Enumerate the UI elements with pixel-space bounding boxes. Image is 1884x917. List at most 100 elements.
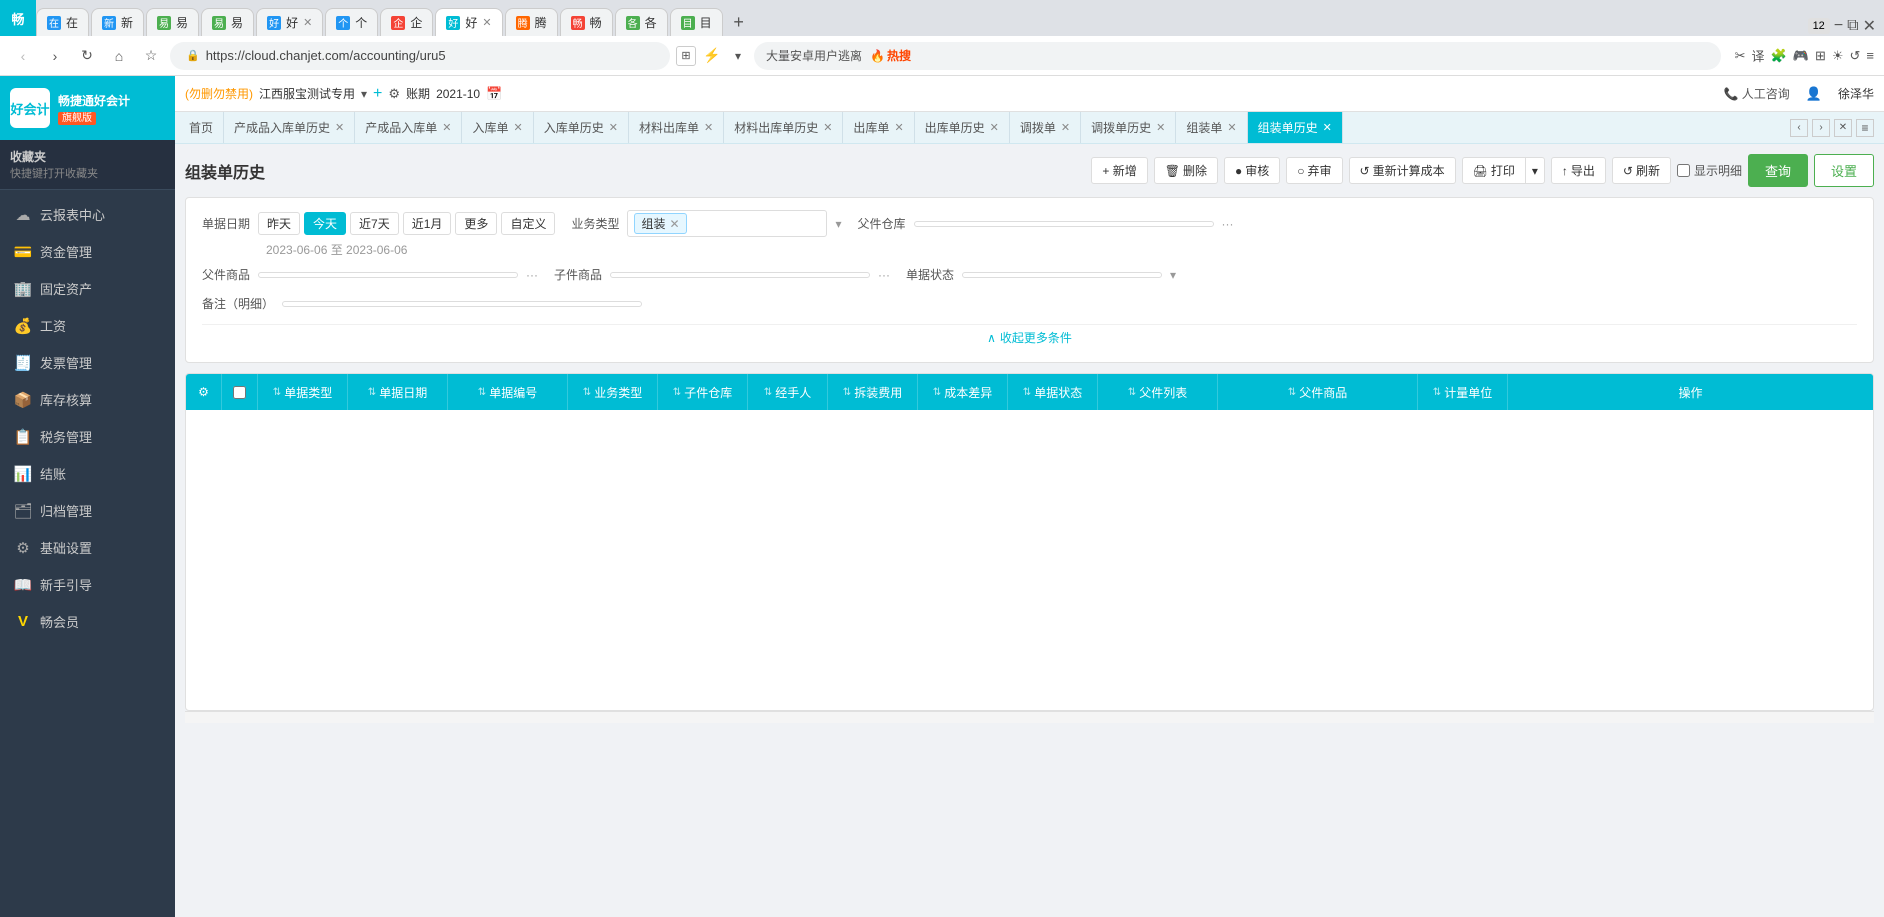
tab-menu[interactable]: ≡: [1856, 119, 1874, 137]
browser-tab-5[interactable]: 好 好 ✕: [256, 8, 323, 36]
tab-scroll-right[interactable]: ›: [1812, 119, 1830, 137]
page-tab-mat-out[interactable]: 材料出库单 ✕: [629, 112, 724, 144]
filter-doc-status-input[interactable]: [962, 272, 1162, 278]
page-tab-assemble[interactable]: 组装单 ✕: [1176, 112, 1247, 144]
page-tab-mat-out-close[interactable]: ✕: [704, 121, 713, 134]
refresh-button[interactable]: ↺ 刷新: [1612, 157, 1671, 184]
page-tab-mat-out-hist-close[interactable]: ✕: [823, 121, 832, 134]
page-tab-out-order[interactable]: 出库单 ✕: [843, 112, 914, 144]
th-doc-status[interactable]: ⇅ 单据状态: [1008, 374, 1098, 410]
tab-scroll-left[interactable]: ‹: [1790, 119, 1808, 137]
settings-gear-icon[interactable]: ⚙: [388, 86, 400, 102]
sidebar-item-guide[interactable]: 📖 新手引导: [0, 566, 175, 603]
parent-wh-more-icon[interactable]: ···: [1222, 217, 1234, 231]
back-button[interactable]: ‹: [10, 43, 36, 69]
search-button[interactable]: 查询: [1748, 154, 1808, 187]
address-input[interactable]: 🔒 https://cloud.chanjet.com/accounting/u…: [170, 42, 670, 70]
export-button[interactable]: ↑ 导出: [1551, 157, 1606, 184]
page-tab-adjust-hist[interactable]: 调拨单历史 ✕: [1081, 112, 1176, 144]
page-tab-out-hist[interactable]: 出库单历史 ✕: [915, 112, 1010, 144]
sidebar-item-tax[interactable]: 📋 税务管理: [0, 418, 175, 455]
print-dropdown-button[interactable]: ▾: [1525, 157, 1545, 184]
new-button[interactable]: + 新增: [1091, 157, 1147, 184]
sidebar-item-cloud[interactable]: ☁ 云报表中心: [0, 196, 175, 233]
scrollbar-area[interactable]: [185, 711, 1874, 723]
filter-collapse-button[interactable]: ∧ 收起更多条件: [202, 324, 1857, 350]
page-tab-prod-in-hist[interactable]: 产成品入库单历史 ✕: [224, 112, 355, 144]
review-button[interactable]: ● 审核: [1224, 157, 1280, 184]
th-cost-diff[interactable]: ⇅ 成本差异: [918, 374, 1008, 410]
new-tab-button[interactable]: +: [725, 8, 753, 36]
recalc-cost-button[interactable]: ↺ 重新计算成本: [1349, 157, 1456, 184]
page-tab-in-order[interactable]: 入库单 ✕: [462, 112, 533, 144]
page-tab-in-order-close[interactable]: ✕: [514, 121, 523, 134]
sidebar-item-account[interactable]: 📊 结账: [0, 455, 175, 492]
browser-tab-10[interactable]: 畅 畅: [560, 8, 613, 36]
add-company-button[interactable]: +: [373, 85, 382, 103]
sidebar-item-salary[interactable]: 💰 工资: [0, 307, 175, 344]
date-btn-custom[interactable]: 自定义: [501, 212, 555, 235]
th-parent-goods[interactable]: ⇅ 父件商品: [1218, 374, 1418, 410]
company-dropdown-icon[interactable]: ▾: [361, 87, 367, 101]
date-btn-7days[interactable]: 近7天: [350, 212, 399, 235]
menu-button[interactable]: ≡: [1866, 48, 1874, 63]
filter-child-goods-input[interactable]: [610, 272, 870, 278]
sun-button[interactable]: ☀: [1832, 48, 1844, 64]
print-button[interactable]: 🖨 打印: [1462, 157, 1526, 184]
maximize-button[interactable]: ⧉: [1847, 17, 1858, 35]
lightning-button[interactable]: ⚡: [702, 46, 722, 66]
tab-8-close[interactable]: ✕: [482, 16, 491, 29]
th-biz-type[interactable]: ⇅ 业务类型: [568, 374, 658, 410]
translate-button[interactable]: 译: [1752, 46, 1765, 65]
page-tab-assemble-close[interactable]: ✕: [1227, 121, 1236, 134]
home-button[interactable]: ⌂: [106, 43, 132, 69]
calendar-icon[interactable]: 📅: [486, 86, 502, 102]
date-btn-1month[interactable]: 近1月: [403, 212, 452, 235]
browser-tab-4[interactable]: 易 易: [201, 8, 254, 36]
abandon-button[interactable]: ○ 弃审: [1286, 157, 1342, 184]
page-tab-mat-out-hist[interactable]: 材料出库单历史 ✕: [724, 112, 843, 144]
delete-button[interactable]: 🗑 删除: [1154, 157, 1218, 184]
page-tab-out-order-close[interactable]: ✕: [894, 121, 903, 134]
browser-tab-12[interactable]: 目 目: [670, 8, 723, 36]
th-number[interactable]: ⇅ 单据编号: [448, 374, 568, 410]
tab-5-close[interactable]: ✕: [303, 16, 312, 29]
forward-button[interactable]: ›: [42, 43, 68, 69]
sidebar-company[interactable]: 收藏夹 快捷键打开收藏夹: [0, 140, 175, 190]
username[interactable]: 徐泽华: [1838, 85, 1874, 102]
sidebar-item-invoice[interactable]: 🧾 发票管理: [0, 344, 175, 381]
browser-tab-2[interactable]: 新 新: [91, 8, 144, 36]
doc-status-dropdown-icon[interactable]: ▾: [1170, 268, 1176, 282]
star-button[interactable]: ☆: [138, 43, 164, 69]
page-tab-prod-in-close[interactable]: ✕: [442, 121, 451, 134]
th-unit[interactable]: ⇅ 计量单位: [1418, 374, 1508, 410]
sidebar-item-capital[interactable]: 💳 资金管理: [0, 233, 175, 270]
th-disassemble-fee[interactable]: ⇅ 拆装费用: [828, 374, 918, 410]
browser-tab-7[interactable]: 企 企: [380, 8, 433, 36]
biz-type-dropdown-icon[interactable]: ▾: [835, 217, 841, 231]
browser-tab-6[interactable]: 个 个: [325, 8, 378, 36]
sidebar-item-member[interactable]: V 畅会员: [0, 603, 175, 640]
tab-close-all[interactable]: ✕: [1834, 119, 1852, 137]
settings-button[interactable]: 设置: [1814, 154, 1874, 187]
biz-type-tag-remove[interactable]: ✕: [669, 217, 679, 231]
date-btn-more[interactable]: 更多: [455, 212, 497, 235]
th-type[interactable]: ⇅ 单据类型: [258, 374, 348, 410]
filter-parent-goods-input[interactable]: [258, 272, 518, 278]
game-button[interactable]: 🎮: [1793, 48, 1809, 64]
th-handler[interactable]: ⇅ 经手人: [748, 374, 828, 410]
browser-tab-9[interactable]: 腾 腾: [505, 8, 558, 36]
display-detail-checkbox[interactable]: [1677, 164, 1690, 177]
page-tab-adjust-close[interactable]: ✕: [1061, 121, 1070, 134]
minimize-button[interactable]: −: [1834, 17, 1843, 35]
filter-biz-type-input[interactable]: 组装 ✕: [627, 210, 827, 237]
reload-button[interactable]: ↻: [74, 43, 100, 69]
th-child-wh[interactable]: ⇅ 子件仓库: [658, 374, 748, 410]
page-tab-adjust-hist-close[interactable]: ✕: [1156, 121, 1165, 134]
search-area[interactable]: 大量安卓用户逃离 🔥 热搜: [754, 42, 1721, 70]
close-window-button[interactable]: ✕: [1863, 16, 1876, 36]
tab-count-badge[interactable]: 12: [1808, 18, 1830, 34]
extension-button[interactable]: 🧩: [1771, 48, 1787, 64]
th-checkbox[interactable]: [222, 374, 258, 410]
child-goods-more-icon[interactable]: ···: [878, 268, 890, 282]
